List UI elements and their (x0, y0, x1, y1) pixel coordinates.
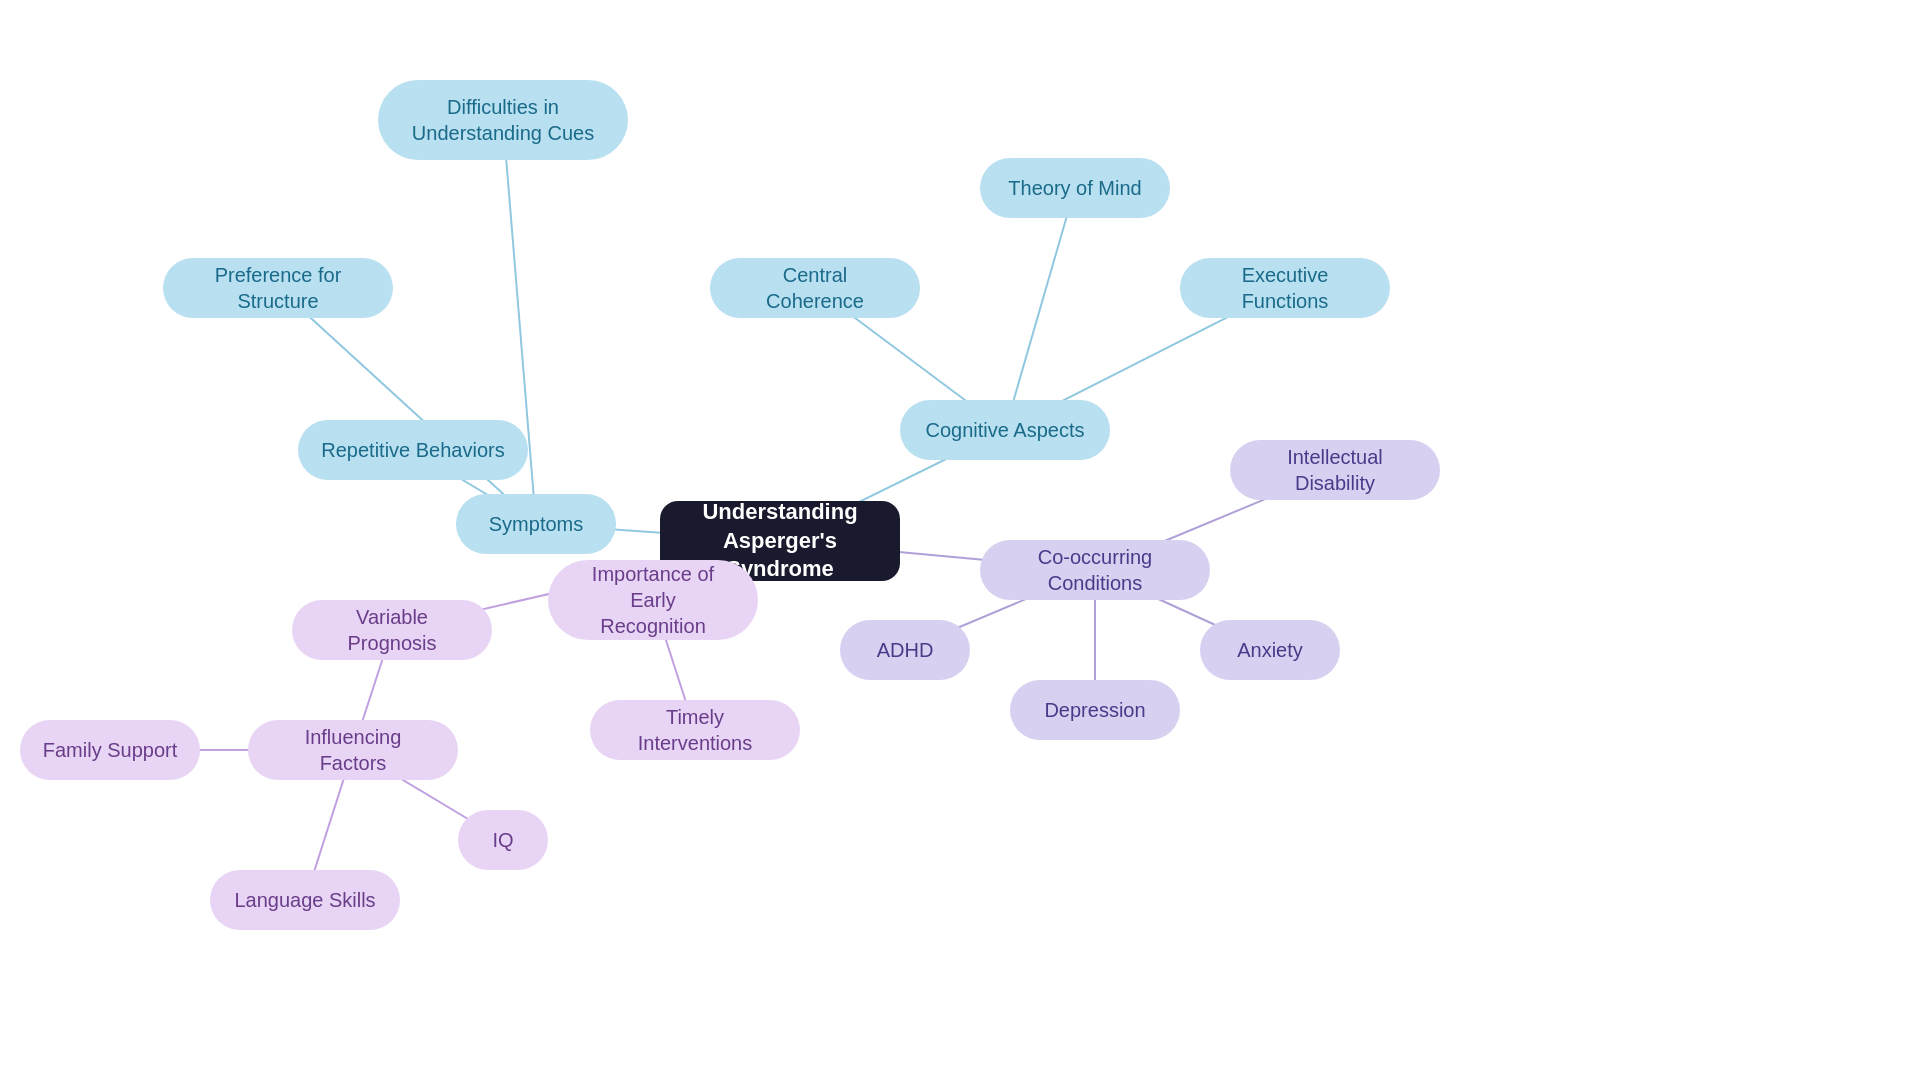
central-node: Central Coherence (710, 258, 920, 318)
family-node: Family Support (20, 720, 200, 780)
preference-node: Preference for Structure (163, 258, 393, 318)
svg-line-6 (1005, 188, 1075, 430)
importance-label: Importance of Early Recognition (570, 561, 736, 639)
difficulties-node: Difficulties in Understanding Cues (378, 80, 628, 160)
influencing-label: Influencing Factors (270, 724, 436, 776)
difficulties-label: Difficulties in Understanding Cues (400, 94, 606, 146)
symptoms-node: Symptoms (456, 494, 616, 554)
executive-label: Executive Functions (1202, 262, 1368, 314)
adhd-node: ADHD (840, 620, 970, 680)
theory-node: Theory of Mind (980, 158, 1170, 218)
iq-node: IQ (458, 810, 548, 870)
svg-line-2 (278, 288, 536, 524)
family-label: Family Support (43, 737, 178, 763)
intellectual-node: Intellectual Disability (1230, 440, 1440, 500)
timely-node: Timely Interventions (590, 700, 800, 760)
depression-node: Depression (1010, 680, 1180, 740)
anxiety-label: Anxiety (1237, 637, 1303, 663)
timely-label: Timely Interventions (612, 704, 778, 756)
language-label: Language Skills (234, 887, 375, 913)
importance-node: Importance of Early Recognition (548, 560, 758, 640)
symptoms-label: Symptoms (489, 511, 583, 537)
cooccurring-label: Co-occurring Conditions (1002, 544, 1188, 596)
variable-node: Variable Prognosis (292, 600, 492, 660)
repetitive-label: Repetitive Behaviors (321, 437, 504, 463)
depression-label: Depression (1044, 697, 1145, 723)
cognitive-label: Cognitive Aspects (926, 417, 1085, 443)
central-label: Central Coherence (732, 262, 898, 314)
executive-node: Executive Functions (1180, 258, 1390, 318)
cognitive-node: Cognitive Aspects (900, 400, 1110, 460)
influencing-node: Influencing Factors (248, 720, 458, 780)
theory-label: Theory of Mind (1008, 175, 1141, 201)
preference-label: Preference for Structure (185, 262, 371, 314)
intellectual-label: Intellectual Disability (1252, 444, 1418, 496)
cooccurring-node: Co-occurring Conditions (980, 540, 1210, 600)
repetitive-node: Repetitive Behaviors (298, 420, 528, 480)
variable-label: Variable Prognosis (314, 604, 470, 656)
adhd-label: ADHD (877, 637, 934, 663)
iq-label: IQ (492, 827, 513, 853)
anxiety-node: Anxiety (1200, 620, 1340, 680)
language-node: Language Skills (210, 870, 400, 930)
